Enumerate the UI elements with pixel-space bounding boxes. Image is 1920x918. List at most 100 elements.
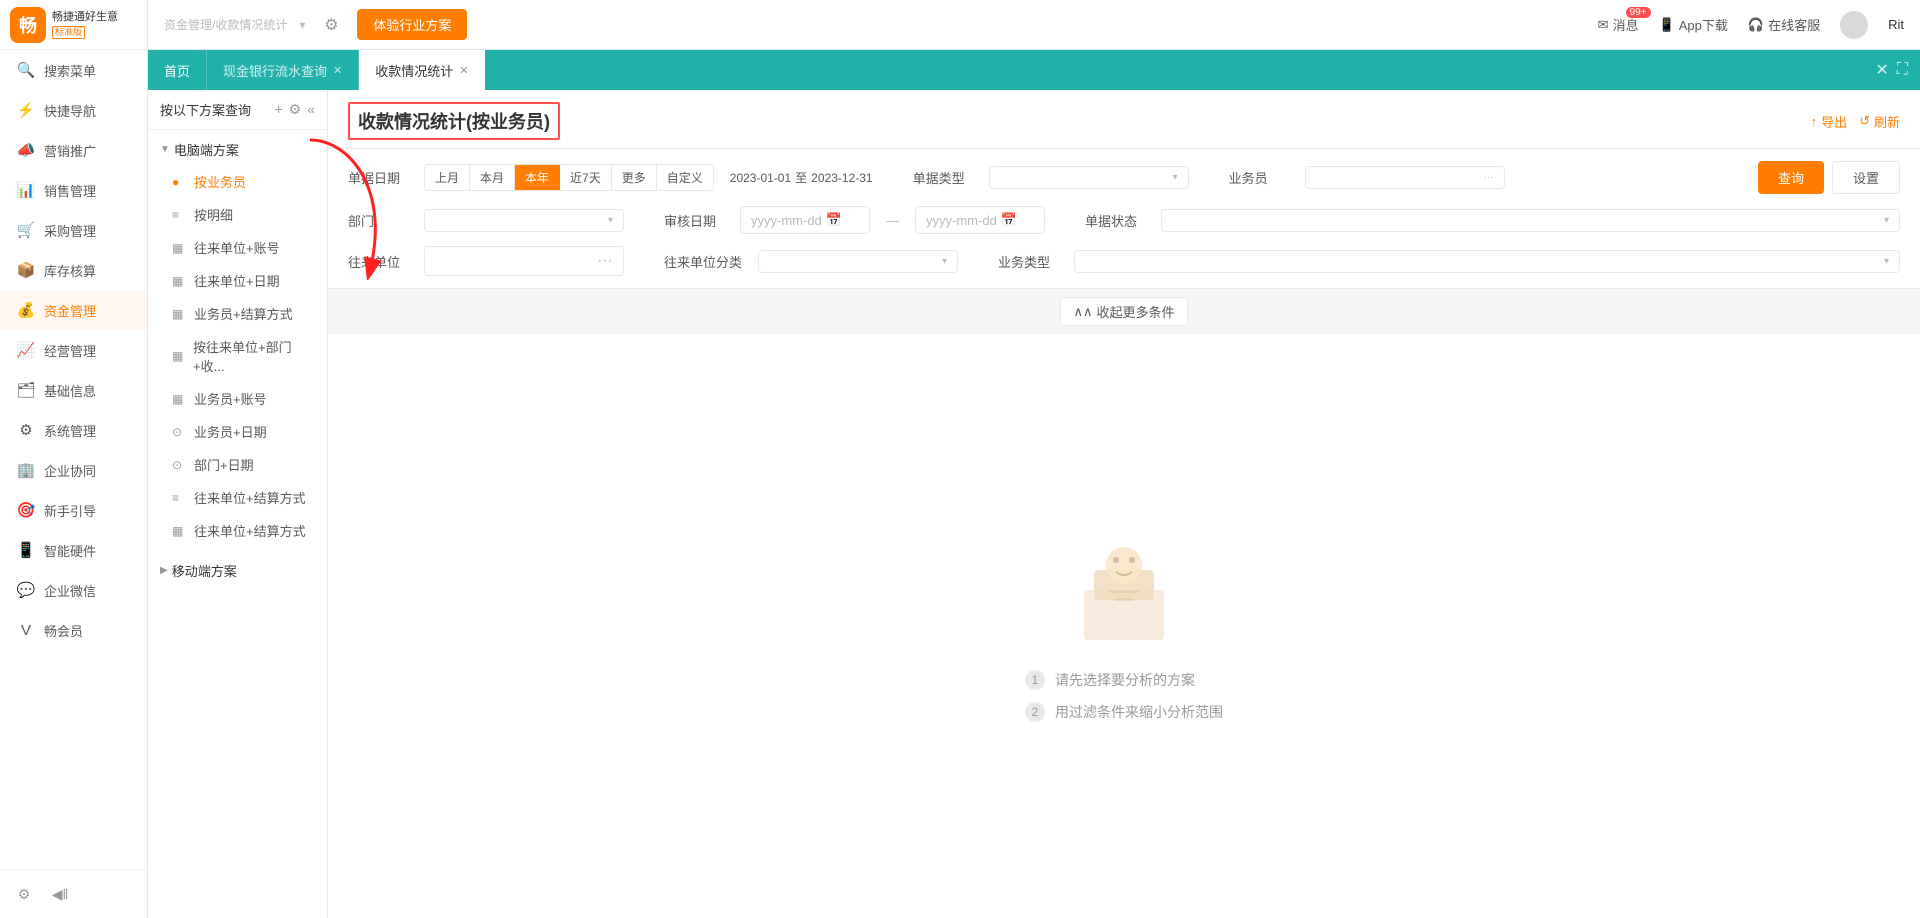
date-tab-this-month[interactable]: 本月: [470, 165, 515, 190]
enterprise-icon: 🏢: [16, 460, 36, 480]
scheme-group-desktop-title[interactable]: ▼ 电脑端方案: [148, 134, 327, 165]
salesperson-label: 业务员: [1229, 168, 1289, 187]
scheme-item-unit-account[interactable]: ▦ 往来单位+账号: [148, 231, 327, 264]
counterpart-select[interactable]: ···: [424, 246, 624, 276]
scheme-item-unit-date[interactable]: ▦ 往来单位+日期: [148, 264, 327, 297]
date-tab-last-7[interactable]: 近7天: [560, 165, 612, 190]
refresh-button[interactable]: ↺ 刷新: [1859, 112, 1900, 131]
collapse-button[interactable]: ∧∧ 收起更多条件: [1060, 297, 1187, 326]
scheme-item-by-salesperson[interactable]: ● 按业务员: [148, 165, 327, 198]
sidebar-item-finance[interactable]: 💰 资金管理: [0, 290, 147, 330]
page-header: 收款情况统计(按业务员) ↑ 导出 ↺ 刷新: [328, 90, 1920, 149]
content-area: 按以下方案查询 + ⚙ « ▼ 电脑端方案 ● 按业务员 ≡: [148, 90, 1920, 918]
scheme-item-sales-account[interactable]: ▦ 业务员+账号: [148, 382, 327, 415]
voucher-type-arrow-icon: ▾: [1173, 172, 1178, 183]
export-button[interactable]: ↑ 导出: [1811, 112, 1848, 131]
topbar-settings-button[interactable]: ⚙: [317, 11, 345, 39]
salesperson-select[interactable]: ···: [1305, 166, 1505, 189]
voucher-type-select[interactable]: ▾: [989, 166, 1189, 189]
sidebar-item-inventory[interactable]: 📦 库存核算: [0, 250, 147, 290]
dept-arrow-icon: ▾: [608, 215, 613, 226]
scheme-item-dept-date[interactable]: ⊙ 部门+日期: [148, 448, 327, 481]
chevron-down-icon: ▼: [160, 144, 170, 155]
system-icon: ⚙: [16, 420, 36, 440]
sidebar-item-enterprise[interactable]: 🏢 企业协同: [0, 450, 147, 490]
unit-settle1-icon: ≡: [172, 491, 188, 505]
page-title-box: 收款情况统计(按业务员): [348, 102, 560, 140]
review-date-from-input[interactable]: yyyy-mm-dd 📅: [740, 206, 870, 234]
sidebar-menu: 🔍 搜索菜单 ⚡ 快捷导航 📣 营销推广 📊 销售管理 🛒 采购管理 📦 库存核…: [0, 50, 147, 869]
sidebar-item-hardware[interactable]: 📱 智能硬件: [0, 530, 147, 570]
tab-bank[interactable]: 现金银行流水查询 ✕: [207, 50, 359, 90]
sidebar-item-purchase[interactable]: 🛒 采购管理: [0, 210, 147, 250]
sidebar-collapse-button[interactable]: ◀‖: [46, 880, 74, 908]
sidebar-item-marketing[interactable]: 📣 营销推广: [0, 130, 147, 170]
date-tab-last-month[interactable]: 上月: [425, 165, 470, 190]
tab-bank-close-icon[interactable]: ✕: [333, 64, 342, 77]
sidebar-item-member[interactable]: V 畅会员: [0, 610, 147, 650]
app-icon: 📱: [1659, 17, 1675, 33]
query-button[interactable]: 查询: [1758, 161, 1824, 194]
topbar-right: ✉ 消息 99+ 📱 App下载 🎧 在线客服 Rit: [1598, 11, 1904, 39]
filter-row-1: 单据日期 上月 本月 本年 近7天 更多 自定义 2023-01-01 至 20…: [348, 161, 1900, 194]
sidebar-item-guide[interactable]: 🎯 新手引导: [0, 490, 147, 530]
date-tabs: 上月 本月 本年 近7天 更多 自定义: [424, 164, 714, 191]
wechat-icon: 💬: [16, 580, 36, 600]
scheme-group-desktop: ▼ 电脑端方案 ● 按业务员 ≡ 按明细 ▦ 往来单位+账号 ▦ 往来单位+: [148, 130, 327, 551]
tabbar-controls: ✕ ⛶: [1863, 50, 1920, 90]
sales-account-icon: ▦: [172, 392, 188, 406]
marketing-icon: 📣: [16, 140, 36, 160]
tip-1-number: 1: [1025, 670, 1045, 690]
scheme-item-unit-settle1[interactable]: ≡ 往来单位+结算方式: [148, 481, 327, 514]
business-type-select[interactable]: ▾: [1074, 250, 1900, 273]
refresh-icon: ↺: [1859, 113, 1870, 129]
scheme-item-sales-settle[interactable]: ▦ 业务员+结算方式: [148, 297, 327, 330]
sidebar-footer: ⚙ ◀‖: [0, 869, 147, 918]
scheme-item-unit-dept[interactable]: ▦ 按往来单位+部门+收...: [148, 330, 327, 382]
tab-receipt-close-icon[interactable]: ✕: [459, 64, 468, 77]
tab-expand-icon[interactable]: ⛶: [1897, 61, 1908, 79]
sidebar-item-basic[interactable]: 🗂 基础信息: [0, 370, 147, 410]
tab-close-all-icon[interactable]: ✕: [1875, 60, 1888, 80]
app-download-button[interactable]: 📱 App下载: [1659, 15, 1728, 34]
counterpart-class-select[interactable]: ▾: [758, 250, 958, 273]
scheme-panel-header: 按以下方案查询 + ⚙ «: [148, 90, 327, 130]
sidebar-item-search[interactable]: 🔍 搜索菜单: [0, 50, 147, 90]
sidebar-item-system[interactable]: ⚙ 系统管理: [0, 410, 147, 450]
scheme-add-button[interactable]: +: [274, 101, 282, 118]
calendar-icon-2: 📅: [1001, 212, 1017, 228]
sidebar-settings-button[interactable]: ⚙: [10, 880, 38, 908]
sidebar-item-operation[interactable]: 📈 经营管理: [0, 330, 147, 370]
review-date-to-input[interactable]: yyyy-mm-dd 📅: [915, 206, 1045, 234]
trial-button[interactable]: 体验行业方案: [357, 9, 467, 40]
scheme-item-unit-settle2[interactable]: ▦ 往来单位+结算方式: [148, 514, 327, 547]
voucher-status-select[interactable]: ▾: [1161, 209, 1900, 232]
online-service-button[interactable]: 🎧 在线客服: [1748, 15, 1820, 34]
counterpart-dots-icon[interactable]: ···: [597, 252, 613, 270]
sidebar: 畅 畅捷通好生意 标准版 🔍 搜索菜单 ⚡ 快捷导航 📣 营销推广 📊 销售管理…: [0, 0, 148, 918]
sidebar-item-sales[interactable]: 📊 销售管理: [0, 170, 147, 210]
settings-button[interactable]: 设置: [1832, 161, 1900, 194]
message-button[interactable]: ✉ 消息 99+: [1598, 15, 1639, 34]
operation-icon: 📈: [16, 340, 36, 360]
scheme-settings-button[interactable]: ⚙: [289, 101, 302, 118]
dept-select[interactable]: ▾: [424, 209, 624, 232]
tip-2-text: 用过滤条件来缩小分析范围: [1055, 702, 1223, 722]
scheme-group-mobile-title[interactable]: ▶ 移动端方案: [148, 555, 327, 586]
user-avatar[interactable]: [1840, 11, 1868, 39]
counterpart-label: 往来单位: [348, 252, 408, 271]
date-tab-this-year[interactable]: 本年: [515, 165, 560, 190]
date-tab-custom[interactable]: 自定义: [657, 165, 713, 190]
search-icon: 🔍: [16, 60, 36, 80]
tab-receipt[interactable]: 收款情况统计 ✕: [359, 50, 485, 90]
scheme-item-sales-date[interactable]: ⊙ 业务员+日期: [148, 415, 327, 448]
unit-account-icon: ▦: [172, 241, 188, 255]
scheme-collapse-button[interactable]: «: [307, 101, 315, 118]
export-icon: ↑: [1811, 114, 1818, 129]
tab-home[interactable]: 首页: [148, 50, 207, 90]
sidebar-item-wechat[interactable]: 💬 企业微信: [0, 570, 147, 610]
counterpart-class-label: 往来单位分类: [664, 252, 742, 271]
date-tab-more[interactable]: 更多: [612, 165, 657, 190]
sidebar-item-quicknav[interactable]: ⚡ 快捷导航: [0, 90, 147, 130]
scheme-item-by-detail[interactable]: ≡ 按明细: [148, 198, 327, 231]
